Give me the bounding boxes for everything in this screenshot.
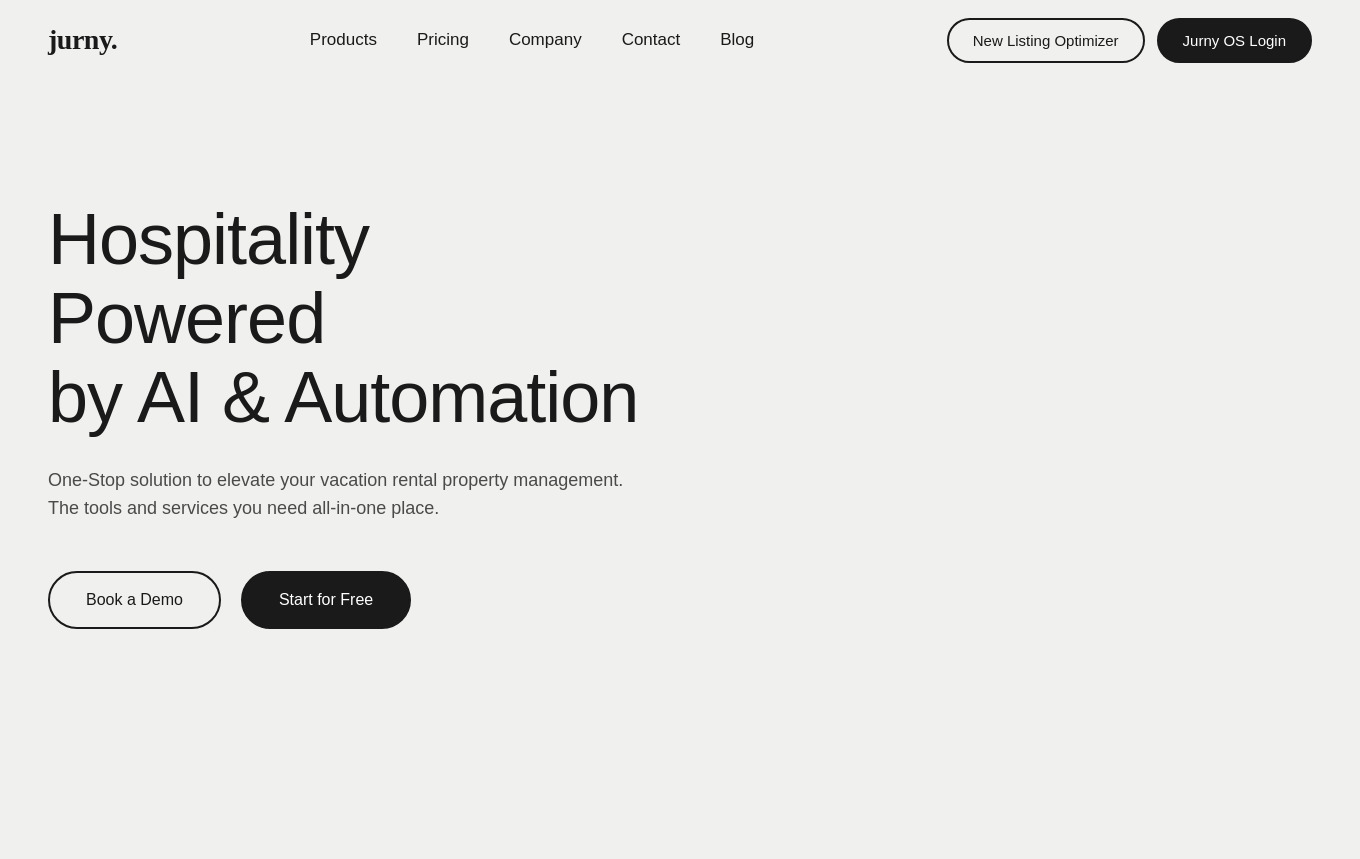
hero-button-group: Book a Demo Start for Free [48, 571, 652, 629]
navigation: jurny. Products Pricing Company Contact … [0, 0, 1360, 80]
nav-link-company[interactable]: Company [509, 30, 582, 50]
hero-section: Hospitality Powered by AI & Automation O… [0, 80, 700, 629]
jurny-os-login-button[interactable]: Jurny OS Login [1157, 18, 1312, 63]
nav-link-contact[interactable]: Contact [622, 30, 681, 50]
start-free-button[interactable]: Start for Free [241, 571, 411, 629]
logo[interactable]: jurny. [48, 24, 117, 56]
new-listing-optimizer-button[interactable]: New Listing Optimizer [947, 18, 1145, 63]
nav-cta-group: New Listing Optimizer Jurny OS Login [947, 18, 1312, 63]
nav-links: Products Pricing Company Contact Blog [310, 30, 754, 50]
nav-link-products[interactable]: Products [310, 30, 377, 50]
book-demo-button[interactable]: Book a Demo [48, 571, 221, 629]
nav-link-blog[interactable]: Blog [720, 30, 754, 50]
nav-link-pricing[interactable]: Pricing [417, 30, 469, 50]
hero-title: Hospitality Powered by AI & Automation [48, 200, 652, 438]
hero-subtitle: One-Stop solution to elevate your vacati… [48, 466, 652, 524]
